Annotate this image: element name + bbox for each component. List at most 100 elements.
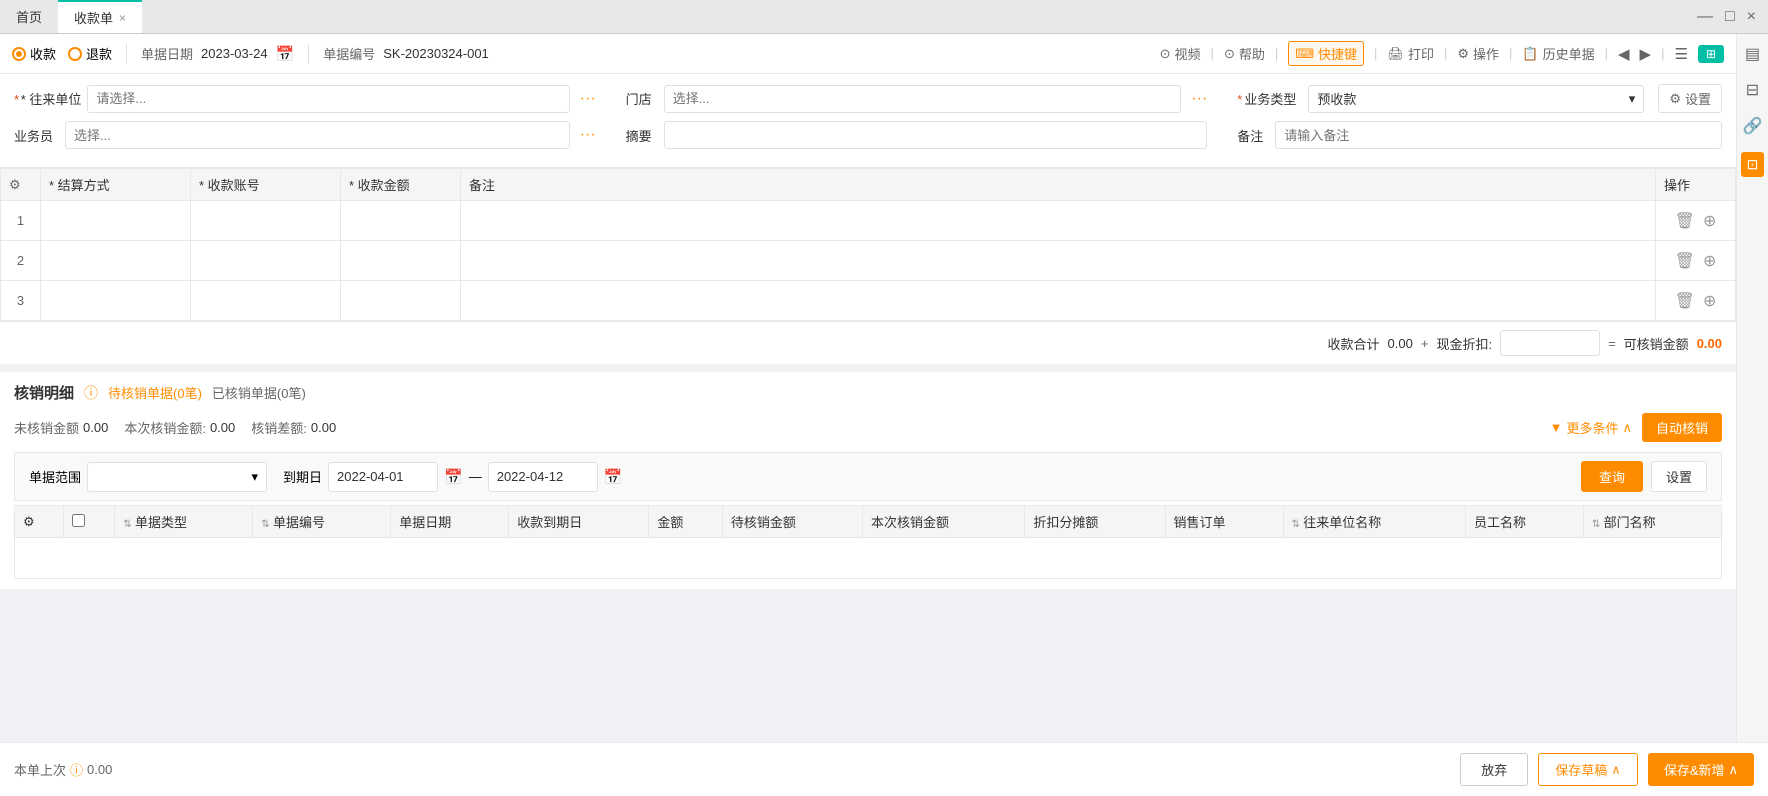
radio-refund[interactable]: 退款 — [68, 44, 112, 63]
help-action[interactable]: ⊙ 帮助 — [1224, 44, 1265, 63]
window-controls: — □ × — [1697, 8, 1768, 26]
settle-cell[interactable] — [41, 281, 191, 321]
copy-icon[interactable]: ⊕ — [1703, 291, 1716, 311]
current-label: 本次核销金额: — [124, 418, 206, 437]
bottom-table-wrapper: ⚙ ⇅ 单据类型 ⇅ 单据编号 — [14, 505, 1722, 579]
save-new-button[interactable]: 保存&新增 ∧ — [1648, 753, 1754, 786]
discount-input[interactable] — [1500, 330, 1600, 356]
print-action[interactable]: 🖨 打印 — [1387, 44, 1434, 63]
due-date-label: 到期日 — [283, 467, 322, 486]
maximize-button[interactable]: □ — [1725, 8, 1735, 26]
business-type-select[interactable]: 预收款 ▾ — [1308, 85, 1644, 113]
save-draft-button[interactable]: 保存草稿 ∧ — [1538, 753, 1638, 786]
video-label: 视频 — [1175, 44, 1201, 63]
history-action[interactable]: 📋 历史单据 — [1522, 44, 1594, 63]
verify-title-text: 核销明细 — [14, 382, 74, 403]
select-all-checkbox[interactable] — [72, 514, 85, 527]
tab-close-icon[interactable]: × — [119, 11, 126, 25]
settle-cell[interactable] — [41, 201, 191, 241]
pending-tab[interactable]: 待核销单据(0笔) — [108, 383, 202, 402]
help-label: 帮助 — [1239, 44, 1265, 63]
save-new-dropdown-icon: ∧ — [1728, 762, 1738, 778]
th-remark: 备注 — [461, 169, 1656, 201]
close-button[interactable]: × — [1747, 8, 1756, 26]
account-cell[interactable] — [191, 201, 341, 241]
radio-receive[interactable]: 收款 — [12, 44, 56, 63]
copy-icon[interactable]: ⊕ — [1703, 211, 1716, 231]
account-cell[interactable] — [191, 281, 341, 321]
bth-gear: ⚙ — [15, 506, 64, 538]
grid-icon[interactable]: ⊞ — [1698, 45, 1724, 63]
list-icon[interactable]: ☰ — [1674, 45, 1687, 63]
delete-icon[interactable]: 🗑 — [1675, 291, 1695, 311]
auto-verify-button[interactable]: 自动核销 — [1642, 413, 1722, 442]
store-input[interactable] — [664, 85, 1182, 113]
tab-home[interactable]: 首页 — [0, 0, 58, 33]
summary-row: 收款合计 0.00 + 现金折扣: = 可核销金额 0.00 — [0, 321, 1736, 364]
divider-2 — [308, 44, 309, 64]
radio-refund-dot — [68, 47, 82, 61]
nav-right-icon[interactable]: ▶ — [1640, 45, 1652, 63]
abandon-button[interactable]: 放弃 — [1460, 753, 1528, 786]
delete-icon[interactable]: 🗑 — [1675, 211, 1695, 231]
remark-cell[interactable] — [461, 281, 1656, 321]
copy-icon[interactable]: ⊕ — [1703, 251, 1716, 271]
shortcut-action[interactable]: ⌨ 快捷键 — [1288, 41, 1364, 66]
minimize-button[interactable]: — — [1697, 8, 1713, 26]
form-area: * * 往来单位 ··· 门店 ··· *业务类型 预收款 ▾ — [0, 74, 1736, 168]
delete-icon[interactable]: 🗑 — [1675, 251, 1695, 271]
remark-label: 备注 — [1237, 126, 1263, 145]
video-action[interactable]: ⊙ 视频 — [1160, 44, 1201, 63]
bottom-gear-icon[interactable]: ⚙ — [23, 514, 35, 529]
store-more-icon[interactable]: ··· — [1191, 90, 1207, 108]
amount-cell[interactable] — [341, 201, 461, 241]
verify-title: 核销明细 ⓘ 待核销单据(0笔) 已核销单据(0笔) — [14, 382, 1722, 403]
range-select[interactable]: ▾ — [87, 462, 267, 492]
summary-input[interactable] — [664, 121, 1208, 149]
empty-row — [15, 538, 1722, 579]
calendar-icon[interactable]: 📅 — [276, 45, 295, 63]
right-link-icon[interactable]: 🔗 — [1743, 116, 1763, 136]
date-to-input[interactable] — [488, 462, 598, 492]
summary-field: 摘要 — [626, 121, 1208, 149]
right-expand-icon[interactable]: ⊡ — [1741, 152, 1765, 177]
amount-cell[interactable] — [341, 281, 461, 321]
salesperson-more-icon[interactable]: ··· — [580, 126, 596, 144]
query-button[interactable]: 查询 — [1581, 461, 1643, 492]
counterpart-input[interactable] — [87, 85, 569, 113]
counterpart-more-icon[interactable]: ··· — [580, 90, 596, 108]
filter-settings-button[interactable]: 设置 — [1651, 461, 1707, 492]
right-inbox-icon[interactable]: ⊟ — [1746, 80, 1759, 100]
remark-cell[interactable] — [461, 241, 1656, 281]
operation-action[interactable]: ⚙ 操作 — [1457, 44, 1499, 63]
draft-dropdown-icon: ∧ — [1611, 762, 1621, 778]
settle-cell[interactable] — [41, 241, 191, 281]
nav-left-icon[interactable]: ◀ — [1618, 45, 1630, 63]
bottom-table: ⚙ ⇅ 单据类型 ⇅ 单据编号 — [14, 505, 1722, 579]
table-gear-icon[interactable]: ⚙ — [9, 177, 21, 192]
cal-from-icon[interactable]: 📅 — [444, 468, 463, 486]
toolbar-right: ⊙ 视频 | ⊙ 帮助 | ⌨ 快捷键 | 🖨 打印 | ⚙ 操作 — [1160, 41, 1724, 66]
more-conditions[interactable]: ▼ 更多条件 ∧ — [1550, 418, 1632, 437]
salesperson-input[interactable] — [65, 121, 570, 149]
right-table-icon[interactable]: ▤ — [1745, 44, 1760, 64]
bth-dept: ⇅ 部门名称 — [1583, 506, 1721, 538]
settings-button[interactable]: ⚙ 设置 — [1658, 84, 1722, 113]
date-label: 单据日期 — [141, 44, 193, 63]
amount-cell[interactable] — [341, 241, 461, 281]
filter-icon: ▼ — [1550, 420, 1563, 435]
remark-cell[interactable] — [461, 201, 1656, 241]
tab-active[interactable]: 收款单 × — [58, 0, 142, 33]
bth-type: ⇅ 单据类型 — [115, 506, 253, 538]
sort-number-icon: ⇅ — [261, 519, 269, 530]
remark-input[interactable] — [1275, 121, 1722, 149]
done-tab[interactable]: 已核销单据(0笔) — [212, 383, 306, 402]
date-from-input[interactable] — [328, 462, 438, 492]
cal-to-icon[interactable]: 📅 — [604, 468, 623, 486]
verify-info-icon[interactable]: ⓘ — [84, 383, 98, 403]
total-label: 收款合计 — [1328, 334, 1380, 353]
this-order-info-icon[interactable]: ⓘ — [70, 760, 83, 779]
account-cell[interactable] — [191, 241, 341, 281]
business-type-field: *业务类型 预收款 ▾ ⚙ 设置 — [1237, 84, 1722, 113]
business-type-label: *业务类型 — [1237, 89, 1296, 108]
